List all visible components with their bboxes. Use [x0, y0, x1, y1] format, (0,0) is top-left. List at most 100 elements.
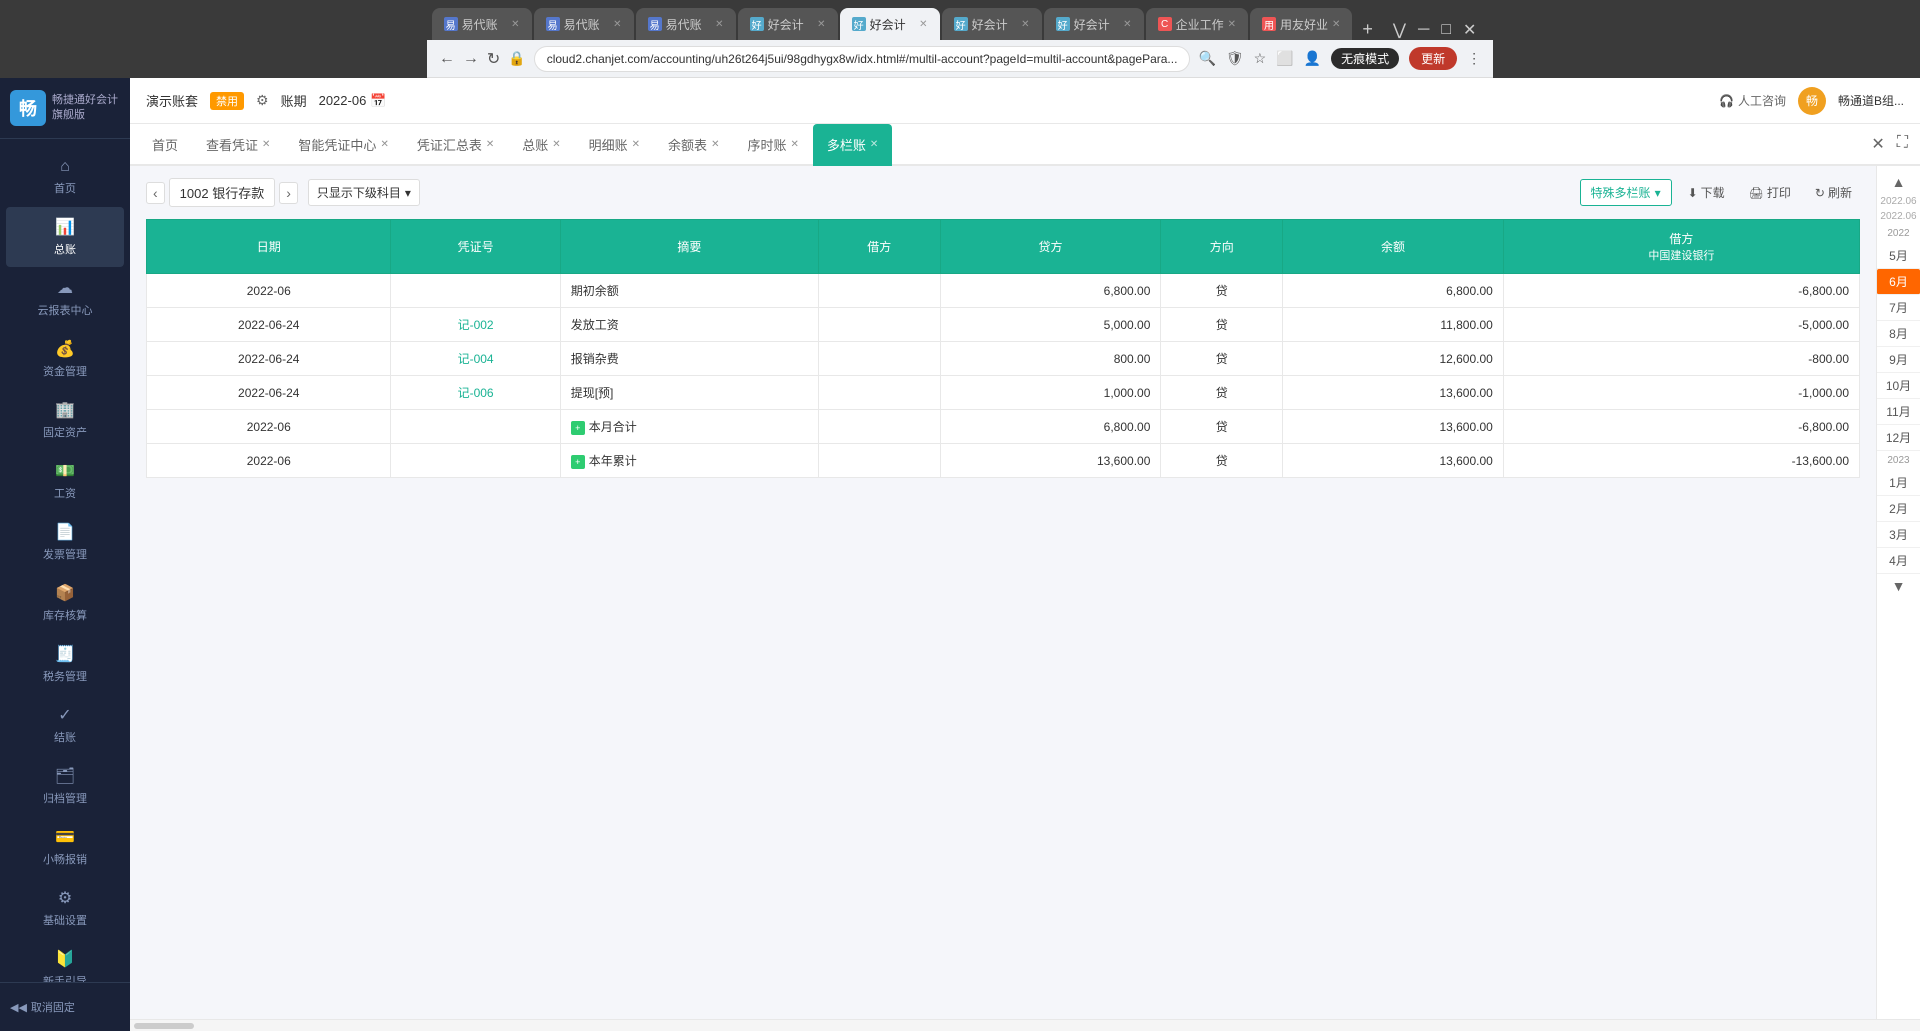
profile-icon[interactable]: 👤: [1304, 50, 1321, 67]
month-6[interactable]: 6月: [1877, 269, 1920, 295]
search-icon[interactable]: 🔍: [1198, 50, 1215, 67]
star-icon[interactable]: ☆: [1254, 50, 1267, 67]
tab-close-7[interactable]: ✕: [1123, 19, 1131, 30]
month-8[interactable]: 8月: [1877, 321, 1920, 347]
browser-tab-9[interactable]: 用 用友好业 ✕: [1250, 8, 1352, 40]
print-button[interactable]: 🖨 打印: [1741, 179, 1799, 206]
cell-voucher[interactable]: 记-004: [391, 342, 560, 376]
tab-voucher-summary[interactable]: 凭证汇总表 ✕: [403, 124, 508, 166]
tab-detail-ledger[interactable]: 明细账 ✕: [575, 124, 654, 166]
maximize-btn[interactable]: □: [1441, 21, 1451, 39]
update-button[interactable]: 更新: [1409, 47, 1457, 70]
refresh-button[interactable]: ↻ 刷新: [1807, 179, 1860, 206]
forward-btn[interactable]: →: [463, 50, 479, 68]
collapse-tab-btn[interactable]: ✕: [1867, 130, 1888, 158]
tab-close-detail[interactable]: ✕: [632, 139, 640, 150]
tab-balance[interactable]: 余额表 ✕: [654, 124, 733, 166]
month-2023-3[interactable]: 3月: [1877, 522, 1920, 548]
url-bar[interactable]: cloud2.chanjet.com/accounting/uh26t264j5…: [534, 46, 1191, 72]
cell-voucher[interactable]: 记-002: [391, 308, 560, 342]
scroll-down-btn[interactable]: ▼: [1888, 574, 1910, 598]
tab-voucher[interactable]: 查看凭证 ✕: [192, 124, 284, 166]
unpin-button[interactable]: ◀◀ 取消固定: [6, 993, 124, 1021]
prev-account-btn[interactable]: ‹: [146, 182, 165, 204]
download-button[interactable]: ⬇ 下载: [1680, 179, 1733, 206]
month-2023-1[interactable]: 1月: [1877, 470, 1920, 496]
minimize-btn[interactable]: ─: [1418, 21, 1429, 39]
tab-close-sequence[interactable]: ✕: [790, 139, 798, 150]
sidebar-item-ledger[interactable]: 📊 总账: [6, 207, 124, 267]
month-9[interactable]: 9月: [1877, 347, 1920, 373]
browser-tab-5[interactable]: 好 好会计 ✕: [840, 8, 940, 40]
sidebar-item-settings[interactable]: ⚙ 基础设置: [6, 878, 124, 938]
new-tab-button[interactable]: +: [1354, 19, 1381, 40]
sidebar-item-invoice[interactable]: 📄 发票管理: [6, 512, 124, 572]
expand-tab-btn[interactable]: ⛶: [1893, 130, 1912, 158]
browser-tab-2[interactable]: 易 易代账 ✕: [534, 8, 634, 40]
month-7[interactable]: 7月: [1877, 295, 1920, 321]
back-btn[interactable]: ←: [439, 50, 455, 68]
tab-close-summary[interactable]: ✕: [486, 139, 494, 150]
tab-close-2[interactable]: ✕: [613, 19, 621, 30]
period-value[interactable]: 2022-06 📅: [319, 93, 387, 109]
settings-toolbar-icon[interactable]: ⚙: [256, 92, 269, 109]
month-10[interactable]: 10月: [1877, 373, 1920, 399]
sidebar-item-home[interactable]: ⌂ 首页: [6, 148, 124, 206]
sidebar-item-archive[interactable]: 🗂 归档管理: [6, 756, 124, 816]
browser-tab-7[interactable]: 好 好会计 ✕: [1044, 8, 1144, 40]
filter-dropdown[interactable]: 只显示下级科目 ▾: [308, 179, 420, 206]
tab-close-general[interactable]: ✕: [552, 139, 560, 150]
month-12[interactable]: 12月: [1877, 425, 1920, 451]
cell-voucher[interactable]: [391, 274, 560, 308]
menu-icon[interactable]: ⋮: [1467, 50, 1481, 67]
scroll-up-btn[interactable]: ▲: [1888, 170, 1910, 194]
close-browser-btn[interactable]: ✕: [1463, 20, 1476, 40]
browser-tab-8[interactable]: C 企业工作 ✕: [1146, 8, 1248, 40]
browser-tab-6[interactable]: 好 好会计 ✕: [942, 8, 1042, 40]
browser-tab-3[interactable]: 易 易代账 ✕: [636, 8, 736, 40]
tab-sequence[interactable]: 序时账 ✕: [733, 124, 812, 166]
tab-close-multi[interactable]: ✕: [870, 139, 878, 150]
month-11[interactable]: 11月: [1877, 399, 1920, 425]
wuhen-button[interactable]: 无痕模式: [1331, 48, 1399, 69]
disabled-tag[interactable]: 禁用: [210, 92, 244, 110]
sidebar-item-guide[interactable]: 🔰 新手引导: [6, 939, 124, 982]
cell-voucher[interactable]: [391, 410, 560, 444]
tab-multi-col[interactable]: 多栏账 ✕: [813, 124, 892, 166]
shield-icon[interactable]: 🛡: [1226, 50, 1244, 67]
sidebar-item-salary[interactable]: 💵 工资: [6, 451, 124, 511]
sidebar-item-cloud-report[interactable]: ☁ 云报表中心: [6, 268, 124, 328]
service-button[interactable]: 🎧 人工咨询: [1719, 92, 1786, 109]
cell-voucher[interactable]: [391, 444, 560, 478]
tab-close-voucher[interactable]: ✕: [262, 139, 270, 150]
month-5[interactable]: 5月: [1877, 243, 1920, 269]
tab-close-6[interactable]: ✕: [1021, 19, 1029, 30]
tab-close-balance[interactable]: ✕: [711, 139, 719, 150]
tab-close-8[interactable]: ✕: [1228, 19, 1236, 30]
browser-tab-1[interactable]: 易 易代账 ✕: [432, 8, 532, 40]
sidebar-item-close[interactable]: ✓ 结账: [6, 695, 124, 755]
month-2023-2[interactable]: 2月: [1877, 496, 1920, 522]
tab-list-btn[interactable]: ⋁: [1393, 20, 1406, 40]
tab-general-ledger[interactable]: 总账 ✕: [508, 124, 574, 166]
cell-voucher[interactable]: 记-006: [391, 376, 560, 410]
multi-col-button[interactable]: 特殊多栏账 ▾: [1580, 179, 1672, 206]
sidebar-item-inventory[interactable]: 📦 库存核算: [6, 573, 124, 633]
sidebar-item-tax[interactable]: 🧾 税务管理: [6, 634, 124, 694]
extensions-icon[interactable]: ⬜: [1276, 50, 1293, 67]
sidebar-item-fund[interactable]: 💰 资金管理: [6, 329, 124, 389]
tab-close-4[interactable]: ✕: [817, 19, 825, 30]
browser-tab-4[interactable]: 好 好会计 ✕: [738, 8, 838, 40]
scroll-thumb[interactable]: [134, 1023, 194, 1029]
month-2023-4[interactable]: 4月: [1877, 548, 1920, 574]
tab-close-1[interactable]: ✕: [511, 19, 519, 30]
sidebar-item-expense[interactable]: 💳 小畅报销: [6, 817, 124, 877]
next-account-btn[interactable]: ›: [279, 182, 298, 204]
sidebar-item-fixed-asset[interactable]: 🏢 固定资产: [6, 390, 124, 450]
horizontal-scrollbar[interactable]: [130, 1019, 1920, 1031]
tab-close-9[interactable]: ✕: [1332, 19, 1340, 30]
tab-smart-voucher[interactable]: 智能凭证中心 ✕: [284, 124, 402, 166]
reload-btn[interactable]: ↻: [487, 49, 500, 69]
tab-home[interactable]: 首页: [138, 124, 192, 166]
tab-close-5[interactable]: ✕: [919, 19, 927, 30]
